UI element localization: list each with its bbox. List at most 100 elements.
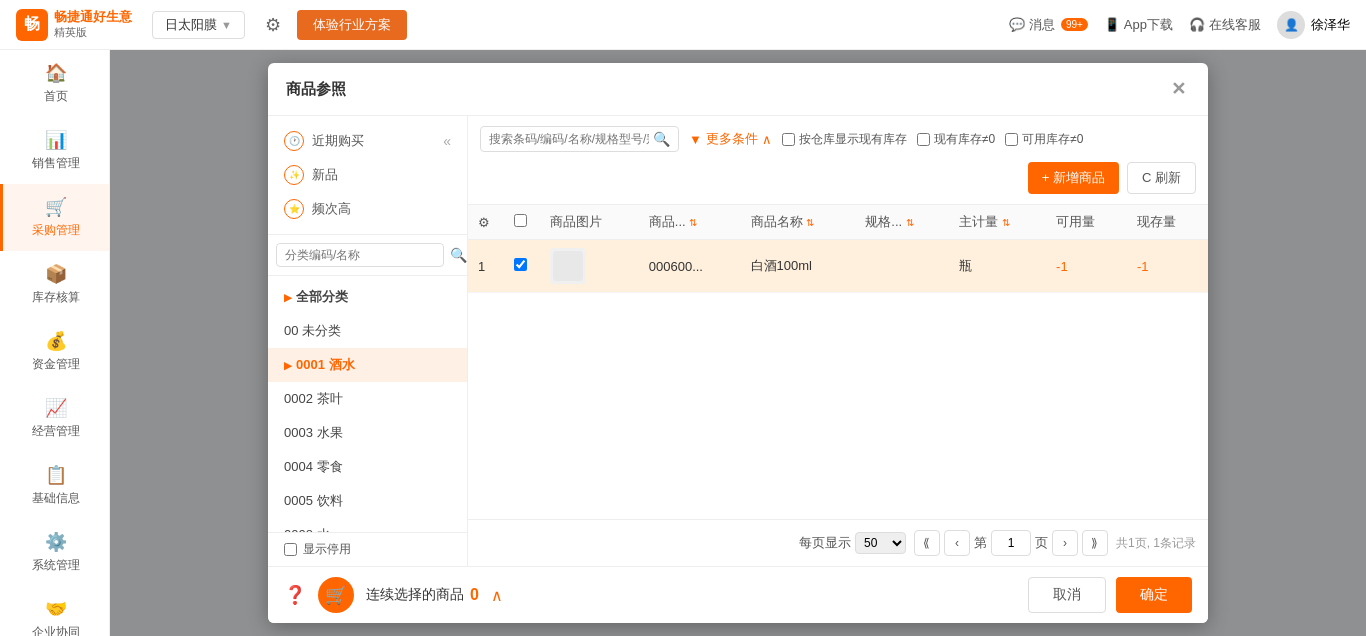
per-page-label: 每页显示 — [799, 534, 851, 552]
sidebar-item-purchase[interactable]: 🛒 采购管理 — [0, 184, 109, 251]
messages-badge: 99+ — [1061, 18, 1088, 31]
quick-nav: 🕐 近期购买 « ✨ 新品 ⭐ 频次高 — [268, 116, 467, 235]
sort-code-icon[interactable]: ⇅ — [689, 217, 697, 228]
select-all-checkbox[interactable] — [514, 214, 527, 227]
sidebar-item-home[interactable]: 🏠 首页 — [0, 50, 109, 117]
cart-button[interactable]: 🛒 — [318, 577, 354, 613]
available-nonzero-input[interactable] — [1005, 133, 1018, 146]
category-search: 🔍 — [268, 235, 467, 276]
quick-nav-recent[interactable]: 🕐 近期购买 « — [276, 124, 459, 158]
th-spec-label: 规格... — [865, 214, 902, 229]
product-thumbnail — [550, 248, 586, 284]
online-service-button[interactable]: 🎧 在线客服 — [1189, 16, 1261, 34]
refresh-button[interactable]: C 刷新 — [1127, 162, 1196, 194]
stock-nonzero-input[interactable] — [917, 133, 930, 146]
settings-icon[interactable]: ⚙ — [257, 9, 289, 41]
sort-unit-icon[interactable]: ⇅ — [1002, 217, 1010, 228]
stock-nonzero-checkbox[interactable]: 现有库存≠0 — [917, 131, 995, 148]
cat-label-snack: 0004 零食 — [284, 458, 343, 476]
sort-name-icon[interactable]: ⇅ — [806, 217, 814, 228]
row-stock: -1 — [1127, 240, 1208, 293]
cat-label-beverage: 0005 饮料 — [284, 492, 343, 510]
new-product-button[interactable]: + 新增商品 — [1028, 162, 1119, 194]
cat-item-fruit[interactable]: 0003 水果 — [268, 416, 467, 450]
cat-label-tea: 0002 茶叶 — [284, 390, 343, 408]
page-navigation: ⟪ ‹ 第 页 › ⟫ — [914, 530, 1108, 556]
experience-button[interactable]: 体验行业方案 — [297, 10, 407, 40]
available-nonzero-checkbox[interactable]: 可用库存≠0 — [1005, 131, 1083, 148]
next-page-button[interactable]: › — [1052, 530, 1078, 556]
cart-icon: 🛒 — [325, 584, 347, 606]
filter-more-button[interactable]: ▼ 更多条件 ∧ — [689, 130, 772, 148]
th-product-spec[interactable]: 规格... ⇅ — [855, 205, 949, 240]
table-row[interactable]: 1 000600... 白酒100ml — [468, 240, 1208, 293]
show-disabled-checkbox[interactable] — [284, 543, 297, 556]
messages-label: 消息 — [1029, 16, 1055, 34]
row-available: -1 — [1046, 240, 1127, 293]
sidebar-label-sales: 销售管理 — [32, 155, 80, 172]
current-page-input[interactable] — [991, 530, 1031, 556]
cat-item-beverage[interactable]: 0005 饮料 — [268, 484, 467, 518]
sidebar-item-operations[interactable]: 📈 经营管理 — [0, 385, 109, 452]
sidebar-item-inventory[interactable]: 📦 库存核算 — [0, 251, 109, 318]
logo-area: 畅 畅捷通好生意 精英版 — [16, 9, 132, 41]
warehouse-display-input[interactable] — [782, 133, 795, 146]
help-icon[interactable]: ❓ — [284, 584, 306, 606]
sidebar-item-collab[interactable]: 🤝 企业协同 — [0, 586, 109, 636]
th-product-img: 商品图片 — [540, 205, 639, 240]
company-selector[interactable]: 日太阳膜 ▼ — [152, 11, 245, 39]
quick-nav-new[interactable]: ✨ 新品 — [276, 158, 459, 192]
cancel-button[interactable]: 取消 — [1028, 577, 1106, 613]
sidebar-item-finance[interactable]: 💰 资金管理 — [0, 318, 109, 385]
footer-collapse-icon[interactable]: ∧ — [491, 586, 503, 605]
sidebar: 🏠 首页 📊 销售管理 🛒 采购管理 📦 库存核算 💰 资金管理 📈 经营管理 … — [0, 50, 110, 636]
sidebar-item-basics[interactable]: 📋 基础信息 — [0, 452, 109, 519]
per-page-select[interactable]: 50 10 20 100 — [855, 532, 906, 554]
last-page-button[interactable]: ⟫ — [1082, 530, 1108, 556]
prev-page-button[interactable]: ‹ — [944, 530, 970, 556]
cat-label-uncategorized: 00 未分类 — [284, 322, 341, 340]
cat-item-water[interactable]: 0008 水 — [268, 518, 467, 532]
warehouse-display-checkbox[interactable]: 按仓库显示现有库存 — [782, 131, 907, 148]
th-product-unit[interactable]: 主计量 ⇅ — [949, 205, 1046, 240]
collapse-icon[interactable]: « — [443, 133, 451, 149]
product-search-input[interactable] — [489, 132, 649, 146]
app-download-button[interactable]: 📱 App下载 — [1104, 16, 1173, 34]
sidebar-item-sales[interactable]: 📊 销售管理 — [0, 117, 109, 184]
cat-item-snack[interactable]: 0004 零食 — [268, 450, 467, 484]
modal-body: 🕐 近期购买 « ✨ 新品 ⭐ 频次高 — [268, 116, 1208, 566]
th-product-name[interactable]: 商品名称 ⇅ — [741, 205, 856, 240]
cat-arrow-liquor-icon: ▶ — [284, 360, 292, 371]
user-avatar-area[interactable]: 👤 徐泽华 — [1277, 11, 1350, 39]
cat-item-uncategorized[interactable]: 00 未分类 — [268, 314, 467, 348]
toolbar-right-actions: + 新增商品 C 刷新 — [1028, 162, 1196, 194]
warehouse-display-label: 按仓库显示现有库存 — [799, 131, 907, 148]
row-checkbox[interactable] — [514, 258, 527, 271]
th-product-code[interactable]: 商品... ⇅ — [639, 205, 741, 240]
logo-sub: 精英版 — [54, 25, 132, 40]
cat-item-liquor[interactable]: ▶ 0001 酒水 — [268, 348, 467, 382]
category-search-icon[interactable]: 🔍 — [450, 247, 467, 263]
th-settings: ⚙ — [468, 205, 504, 240]
headset-icon: 🎧 — [1189, 17, 1205, 32]
cat-item-tea[interactable]: 0002 茶叶 — [268, 382, 467, 416]
sidebar-label-finance: 资金管理 — [32, 356, 80, 373]
sidebar-item-system[interactable]: ⚙️ 系统管理 — [0, 519, 109, 586]
cat-item-all[interactable]: ▶ 全部分类 — [268, 280, 467, 314]
product-reference-modal: 商品参照 ✕ 🕐 近期购买 « — [268, 63, 1208, 623]
product-search-box: 🔍 — [480, 126, 679, 152]
first-page-button[interactable]: ⟪ — [914, 530, 940, 556]
online-service-label: 在线客服 — [1209, 16, 1261, 34]
modal-header: 商品参照 ✕ — [268, 63, 1208, 116]
modal-close-icon[interactable]: ✕ — [1166, 77, 1190, 101]
th-name-label: 商品名称 — [751, 214, 803, 229]
sort-spec-icon[interactable]: ⇅ — [906, 217, 914, 228]
confirm-button[interactable]: 确定 — [1116, 577, 1192, 613]
messages-button[interactable]: 💬 消息 99+ — [1009, 16, 1088, 34]
th-code-label: 商品... — [649, 214, 686, 229]
quick-nav-frequent[interactable]: ⭐ 频次高 — [276, 192, 459, 226]
product-search-icon[interactable]: 🔍 — [653, 131, 670, 147]
quick-nav-new-label: 新品 — [312, 166, 338, 184]
cat-label-fruit: 0003 水果 — [284, 424, 343, 442]
category-search-input[interactable] — [276, 243, 444, 267]
